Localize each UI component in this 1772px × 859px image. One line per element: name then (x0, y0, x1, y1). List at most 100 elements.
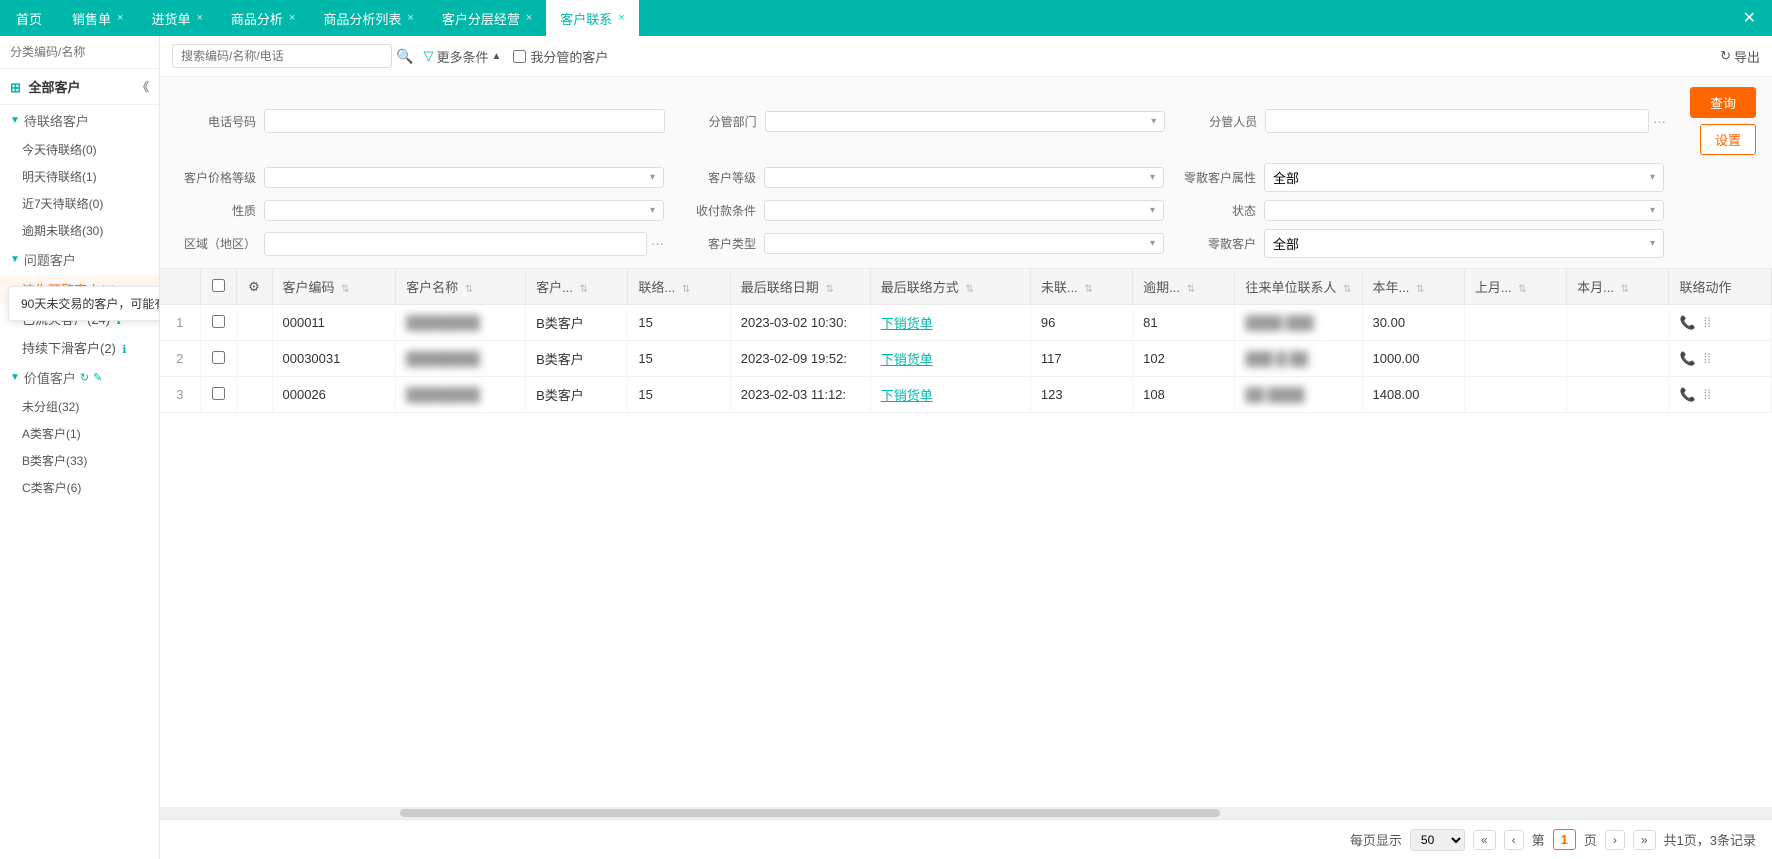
setting-button[interactable]: 设置 (1700, 124, 1756, 155)
row-checkbox-2[interactable] (212, 351, 225, 364)
scrollbar-thumb[interactable] (400, 809, 1220, 817)
link-way-3[interactable]: 下销货单 (881, 388, 933, 403)
ellipsis-icon2[interactable]: ··· (651, 236, 664, 251)
nav-tab-analysis-list[interactable]: 商品分析列表 × (309, 0, 427, 36)
close-icon[interactable]: × (289, 12, 295, 24)
query-button[interactable]: 查询 (1690, 87, 1756, 118)
filter-price-level-select[interactable]: ▾ (264, 167, 664, 188)
top-nav: 首页 销售单 × 进货单 × 商品分析 × 商品分析列表 × 客户分层经营 × … (0, 0, 1772, 36)
filter-casual-attr-select[interactable]: 全部 ▾ (1264, 163, 1664, 192)
nav-tab-customer-contact[interactable]: 客户联系 × (546, 0, 638, 36)
ellipsis-icon[interactable]: ··· (1653, 114, 1666, 129)
refresh-icon[interactable]: ↻ (80, 371, 89, 384)
nav-tab-customer-layer[interactable]: 客户分层经营 × (428, 0, 546, 36)
filter-region-input[interactable] (264, 232, 647, 256)
nav-tab-analysis[interactable]: 商品分析 × (217, 0, 309, 36)
filter-casual-select[interactable]: 全部 ▾ (1264, 229, 1664, 258)
sort-icon[interactable]: ⇅ (1343, 284, 1351, 295)
filter-search-input[interactable] (172, 44, 392, 68)
filter-search-button[interactable]: 🔍 (396, 48, 413, 65)
sort-icon[interactable]: ⇅ (341, 284, 349, 295)
filter-nature-select[interactable]: ▾ (264, 200, 664, 221)
td-action-2: 📞 ⁞⁞ (1669, 341, 1772, 377)
sidebar-item-today[interactable]: 今天待联络(0) (0, 136, 159, 163)
settings-icon[interactable]: ⚙ (248, 279, 260, 294)
row-checkbox-3[interactable] (212, 387, 225, 400)
action-icon-more[interactable]: ⁞⁞ (1704, 351, 1711, 366)
window-close-btn[interactable]: ✕ (1743, 8, 1772, 28)
sidebar-item-tomorrow[interactable]: 明天待联络(1) (0, 163, 159, 190)
filter-customer-level-select[interactable]: ▾ (764, 167, 1164, 188)
nav-home[interactable]: 首页 (0, 0, 58, 36)
edit-icon[interactable]: ✎ (93, 371, 102, 384)
td-last-month-3 (1464, 377, 1566, 413)
filter-person-input[interactable] (1265, 109, 1649, 133)
per-page-select[interactable]: 50 100 200 (1410, 829, 1465, 851)
td-contact-3: 15 (628, 377, 730, 413)
sidebar-section-problem[interactable]: ▼ 问题客户 90天未交易的客户，可能有流失风险。 (0, 244, 159, 275)
sidebar-item-ungrouped[interactable]: 未分组(32) (0, 393, 159, 420)
th-settings[interactable]: ⚙ (236, 269, 272, 305)
sidebar-item-a-class[interactable]: A类客户(1) (0, 420, 159, 447)
select-all-checkbox[interactable] (212, 279, 225, 292)
prev-page-button[interactable]: ‹ (1504, 830, 1524, 850)
sort-icon[interactable]: ⇅ (682, 284, 690, 295)
td-code-1: 000011 (272, 305, 396, 341)
close-icon[interactable]: × (526, 12, 532, 24)
first-page-button[interactable]: « (1473, 830, 1496, 850)
sort-icon[interactable]: ⇅ (1621, 284, 1629, 295)
td-action-3: 📞 ⁞⁞ (1669, 377, 1772, 413)
sort-icon[interactable]: ⇅ (580, 284, 588, 295)
close-icon[interactable]: × (407, 12, 413, 24)
pagination: 每页显示 50 100 200 « ‹ 第 1 页 › » 共1页，3条记录 (160, 819, 1772, 859)
sort-icon[interactable]: ⇅ (1084, 284, 1092, 295)
chevron-down-icon: ▾ (1150, 172, 1155, 183)
sort-icon[interactable]: ⇅ (1187, 284, 1195, 295)
close-icon[interactable]: × (196, 12, 202, 24)
filter-dept-select[interactable]: ▾ (765, 111, 1166, 132)
filter-payment-select[interactable]: ▾ (764, 200, 1164, 221)
sidebar-section-value[interactable]: ▼ 价值客户 ↻ ✎ (0, 362, 159, 393)
close-icon-active[interactable]: × (618, 12, 624, 24)
sort-icon[interactable]: ⇅ (1518, 284, 1526, 295)
sort-icon[interactable]: ⇅ (965, 284, 973, 295)
sidebar-item-c-class[interactable]: C类客户(6) (0, 474, 159, 501)
link-way-2[interactable]: 下销货单 (881, 352, 933, 367)
last-page-button[interactable]: » (1633, 830, 1656, 850)
nav-tab-purchase[interactable]: 进货单 × (137, 0, 216, 36)
sidebar-section-pending[interactable]: ▼ 待联络客户 (0, 105, 159, 136)
td-this-month-1 (1567, 305, 1669, 341)
nav-tab-sales[interactable]: 销售单 × (58, 0, 137, 36)
td-contact-1: 15 (628, 305, 730, 341)
sidebar-collapse-icon[interactable]: 《 (137, 78, 149, 95)
action-icon-more[interactable]: ⁞⁞ (1704, 315, 1711, 330)
horizontal-scrollbar[interactable] (160, 807, 1772, 819)
next-page-button[interactable]: › (1605, 830, 1625, 850)
filter-status-select[interactable]: ▾ (1264, 200, 1664, 221)
filter-phone-label: 电话号码 (176, 113, 256, 130)
action-icon-phone[interactable]: 📞 (1679, 351, 1695, 367)
link-way-1[interactable]: 下销货单 (881, 316, 933, 331)
my-customers-checkbox[interactable] (513, 50, 526, 63)
sidebar-item-overdue[interactable]: 逾期未联络(30) (0, 217, 159, 244)
sort-icon[interactable]: ⇅ (1416, 284, 1424, 295)
sort-icon[interactable]: ⇅ (465, 284, 473, 295)
filter-phone-input[interactable] (264, 109, 665, 133)
sidebar-item-declining[interactable]: 持续下滑客户(2) ℹ (0, 333, 159, 362)
td-this-month-3 (1567, 377, 1669, 413)
sort-icon[interactable]: ⇅ (825, 284, 833, 295)
row-checkbox-1[interactable] (212, 315, 225, 328)
action-icon-phone[interactable]: 📞 (1679, 315, 1695, 331)
filter-customer-type-select[interactable]: ▾ (764, 233, 1164, 254)
sidebar-item-b-class[interactable]: B类客户(33) (0, 447, 159, 474)
sidebar-search-input[interactable] (10, 45, 160, 59)
table-row: 1 000011 ████████ B类客户 15 2023-03-02 10:… (160, 305, 1772, 341)
sidebar: 🔍 ⊞ 全部客户 《 ▼ 待联络客户 今天待联络(0) 明天待联络(1) 近7天… (0, 36, 160, 859)
action-icon-phone[interactable]: 📞 (1679, 387, 1695, 403)
sidebar-all-customers[interactable]: ⊞ 全部客户 《 (0, 69, 159, 105)
export-button[interactable]: ↻ 导出 (1720, 47, 1760, 66)
sidebar-item-7days[interactable]: 近7天待联络(0) (0, 190, 159, 217)
filter-more-button[interactable]: ▽ 更多条件 ▲ (423, 47, 501, 66)
close-icon[interactable]: × (117, 12, 123, 24)
action-icon-more[interactable]: ⁞⁞ (1704, 387, 1711, 402)
